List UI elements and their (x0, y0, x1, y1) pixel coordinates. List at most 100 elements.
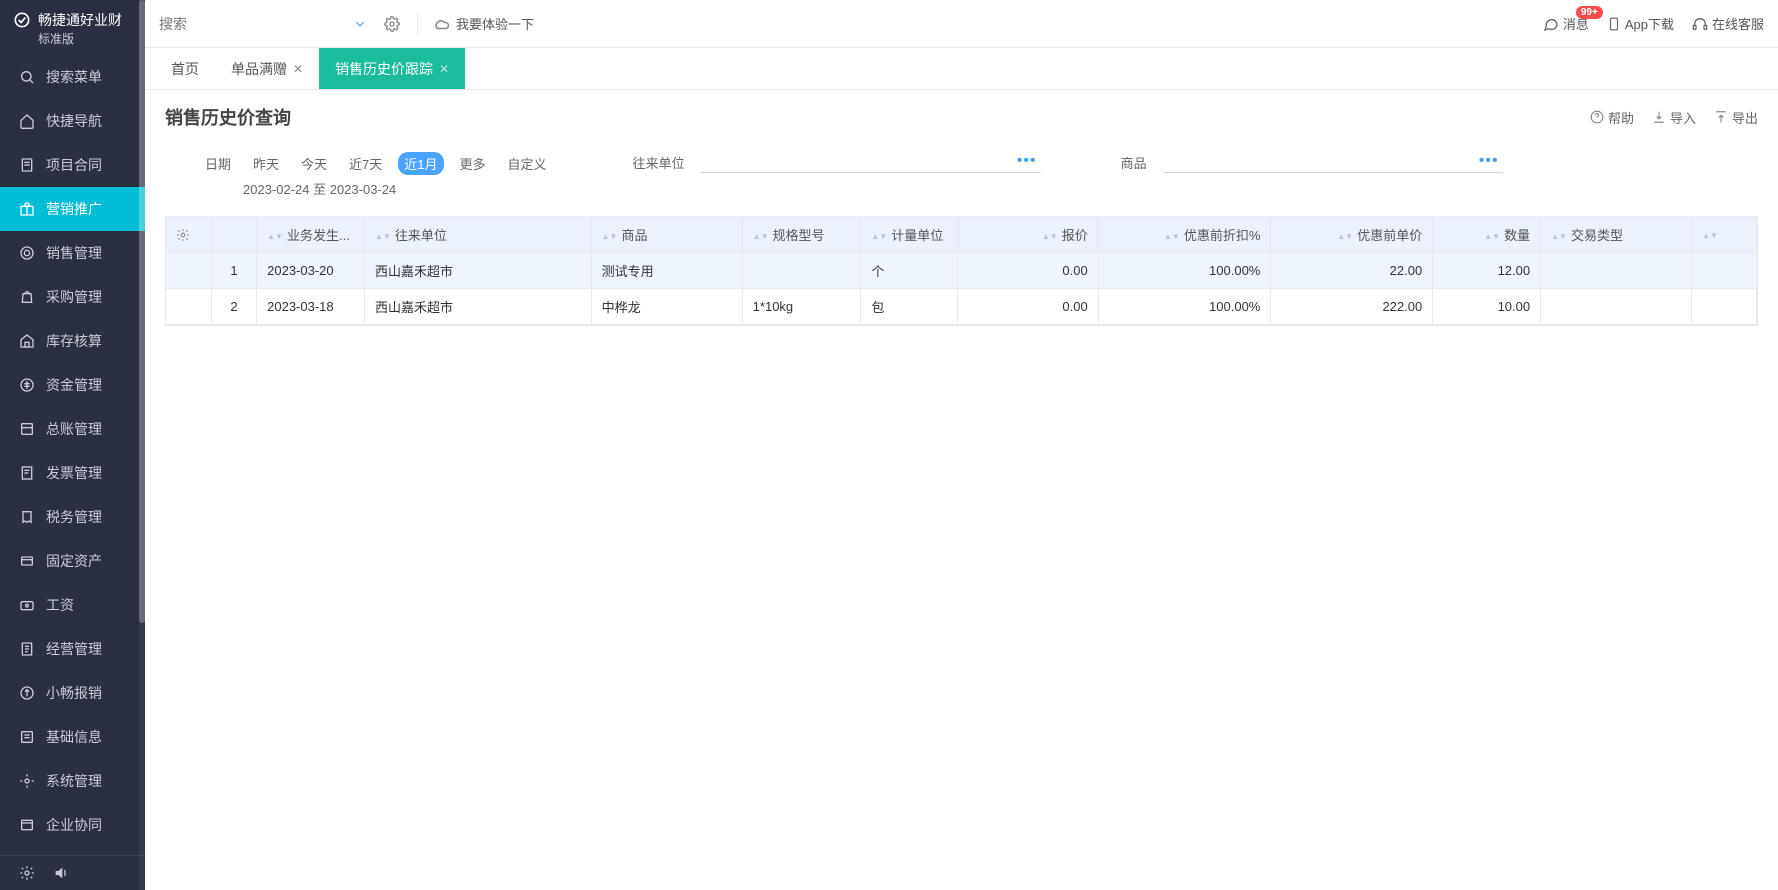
sidebar-scrollbar[interactable] (139, 0, 145, 890)
asset-icon (18, 552, 36, 570)
sidebar-item-bag[interactable]: 采购管理 (0, 275, 145, 319)
tab[interactable]: 单品满赠 ✕ (215, 48, 319, 89)
sidebar-item-gift[interactable]: 营销推广 (0, 187, 145, 231)
ledger-icon (18, 420, 36, 438)
col-type[interactable]: ▲▼交易类型 (1541, 217, 1692, 253)
sidebar-item-asset[interactable]: 固定资产 (0, 539, 145, 583)
gear-icon[interactable] (381, 13, 403, 35)
date-opt-today[interactable]: 今天 (295, 152, 333, 175)
system-icon (18, 772, 36, 790)
brand-logo-icon (12, 10, 32, 30)
date-opt-more[interactable]: 更多 (454, 152, 492, 175)
sidebar-item-search[interactable]: 搜索菜单 (0, 55, 145, 99)
house-icon (18, 332, 36, 350)
customer-service-button[interactable]: 在线客服 (1692, 14, 1764, 33)
sidebar-item-doc[interactable]: 项目合同 (0, 143, 145, 187)
salary-icon (18, 596, 36, 614)
table-row[interactable]: 22023-03-18西山嘉禾超市中桦龙1*10kg包0.00100.00%22… (166, 289, 1757, 325)
headset-icon (1692, 16, 1708, 32)
export-button[interactable]: 导出 (1714, 108, 1758, 127)
import-icon (1652, 110, 1666, 124)
date-label: 日期 (205, 154, 231, 173)
sound-icon[interactable] (52, 864, 70, 882)
settings-icon[interactable] (18, 864, 36, 882)
table-header-row: ▲▼业务发生... ▲▼往来单位 ▲▼商品 ▲▼规格型号 ▲▼计量单位 ▲▼报价… (166, 217, 1757, 253)
chevron-down-icon[interactable] (349, 13, 371, 35)
date-opt-1month[interactable]: 近1月 (398, 152, 443, 175)
cell-type (1541, 289, 1692, 325)
messages-button[interactable]: 消息 99+ (1543, 14, 1589, 33)
customer-service-label: 在线客服 (1712, 14, 1764, 33)
divider (417, 13, 418, 35)
tax-icon (18, 508, 36, 526)
tab[interactable]: 销售历史价跟踪✕ (319, 48, 465, 89)
col-price[interactable]: ▲▼报价 (958, 217, 1098, 253)
sort-icon: ▲▼ (267, 234, 283, 239)
biz-icon (18, 640, 36, 658)
sidebar-item-tax[interactable]: 税务管理 (0, 495, 145, 539)
sidebar-item-label: 企业协同 (46, 815, 102, 835)
sidebar-item-invoice[interactable]: 发票管理 (0, 451, 145, 495)
sidebar-item-salary[interactable]: 工资 (0, 583, 145, 627)
date-opt-7days[interactable]: 近7天 (343, 152, 388, 175)
close-icon[interactable]: ✕ (439, 62, 449, 76)
sidebar-item-collab[interactable]: 企业协同 (0, 803, 145, 847)
unit-input[interactable] (701, 154, 1013, 169)
product-input[interactable] (1163, 154, 1475, 169)
brand-edition: 标准版 (0, 30, 145, 55)
date-opt-custom[interactable]: 自定义 (502, 152, 553, 175)
experience-button[interactable]: 我要体验一下 (432, 14, 534, 33)
cell-type (1541, 253, 1692, 289)
sidebar-item-guide[interactable]: 新手引导 (0, 847, 145, 855)
topbar: 我要体验一下 消息 99+ App下载 在线客服 (145, 0, 1778, 48)
search-input[interactable] (159, 16, 339, 32)
sidebar-item-target[interactable]: 销售管理 (0, 231, 145, 275)
export-label: 导出 (1732, 108, 1758, 127)
unit-filter: 往来单位 ••• (633, 152, 1041, 173)
tab[interactable]: 首页 (155, 48, 215, 89)
sidebar-item-label: 库存核算 (46, 331, 102, 351)
close-icon[interactable]: ✕ (293, 62, 303, 76)
sidebar-item-reimburse[interactable]: 小畅报销 (0, 671, 145, 715)
main: 我要体验一下 消息 99+ App下载 在线客服 首页单品满赠✕销售历史价 (145, 0, 1778, 890)
col-discount[interactable]: ▲▼优惠前折扣% (1098, 217, 1271, 253)
sidebar-item-info[interactable]: 基础信息 (0, 715, 145, 759)
col-product[interactable]: ▲▼商品 (591, 217, 742, 253)
sidebar-item-label: 工资 (46, 595, 74, 615)
bag-icon (18, 288, 36, 306)
date-filter: 日期 昨天 今天 近7天 近1月 更多 自定义 2023-02-24 至 202… (205, 152, 553, 198)
sort-icon: ▲▼ (1702, 233, 1718, 238)
import-button[interactable]: 导入 (1652, 108, 1696, 127)
cell-extra (1692, 289, 1757, 325)
app-download-button[interactable]: App下载 (1607, 14, 1674, 33)
sort-icon: ▲▼ (1337, 234, 1353, 239)
product-filter: 商品 ••• (1121, 152, 1503, 173)
sidebar-item-house[interactable]: 库存核算 (0, 319, 145, 363)
col-unitprice[interactable]: ▲▼优惠前单价 (1271, 217, 1433, 253)
cell-price: 0.00 (958, 289, 1098, 325)
col-unit[interactable]: ▲▼往来单位 (365, 217, 592, 253)
sidebar-item-money[interactable]: 资金管理 (0, 363, 145, 407)
cloud-icon (432, 15, 450, 33)
date-opt-yesterday[interactable]: 昨天 (247, 152, 285, 175)
product-label: 商品 (1121, 153, 1147, 172)
sidebar-item-biz[interactable]: 经营管理 (0, 627, 145, 671)
sidebar-item-ledger[interactable]: 总账管理 (0, 407, 145, 451)
help-label: 帮助 (1608, 108, 1634, 127)
col-spec[interactable]: ▲▼规格型号 (742, 217, 861, 253)
sidebar-item-system[interactable]: 系统管理 (0, 759, 145, 803)
help-button[interactable]: 帮助 (1590, 108, 1634, 127)
sidebar-item-label: 营销推广 (46, 199, 102, 219)
cell-unitprice: 222.00 (1271, 289, 1433, 325)
col-extra[interactable]: ▲▼ (1692, 217, 1757, 253)
col-uom[interactable]: ▲▼计量单位 (861, 217, 958, 253)
col-date[interactable]: ▲▼业务发生... (257, 217, 365, 253)
table-settings-header[interactable] (166, 217, 211, 253)
product-more-icon[interactable]: ••• (1475, 152, 1503, 170)
col-qty[interactable]: ▲▼数量 (1433, 217, 1541, 253)
sidebar-item-home[interactable]: 快捷导航 (0, 99, 145, 143)
table-row[interactable]: 12023-03-20西山嘉禾超市测试专用个0.00100.00%22.0012… (166, 253, 1757, 289)
tab-label: 单品满赠 (231, 59, 287, 79)
sidebar-item-label: 资金管理 (46, 375, 102, 395)
unit-more-icon[interactable]: ••• (1013, 152, 1041, 170)
